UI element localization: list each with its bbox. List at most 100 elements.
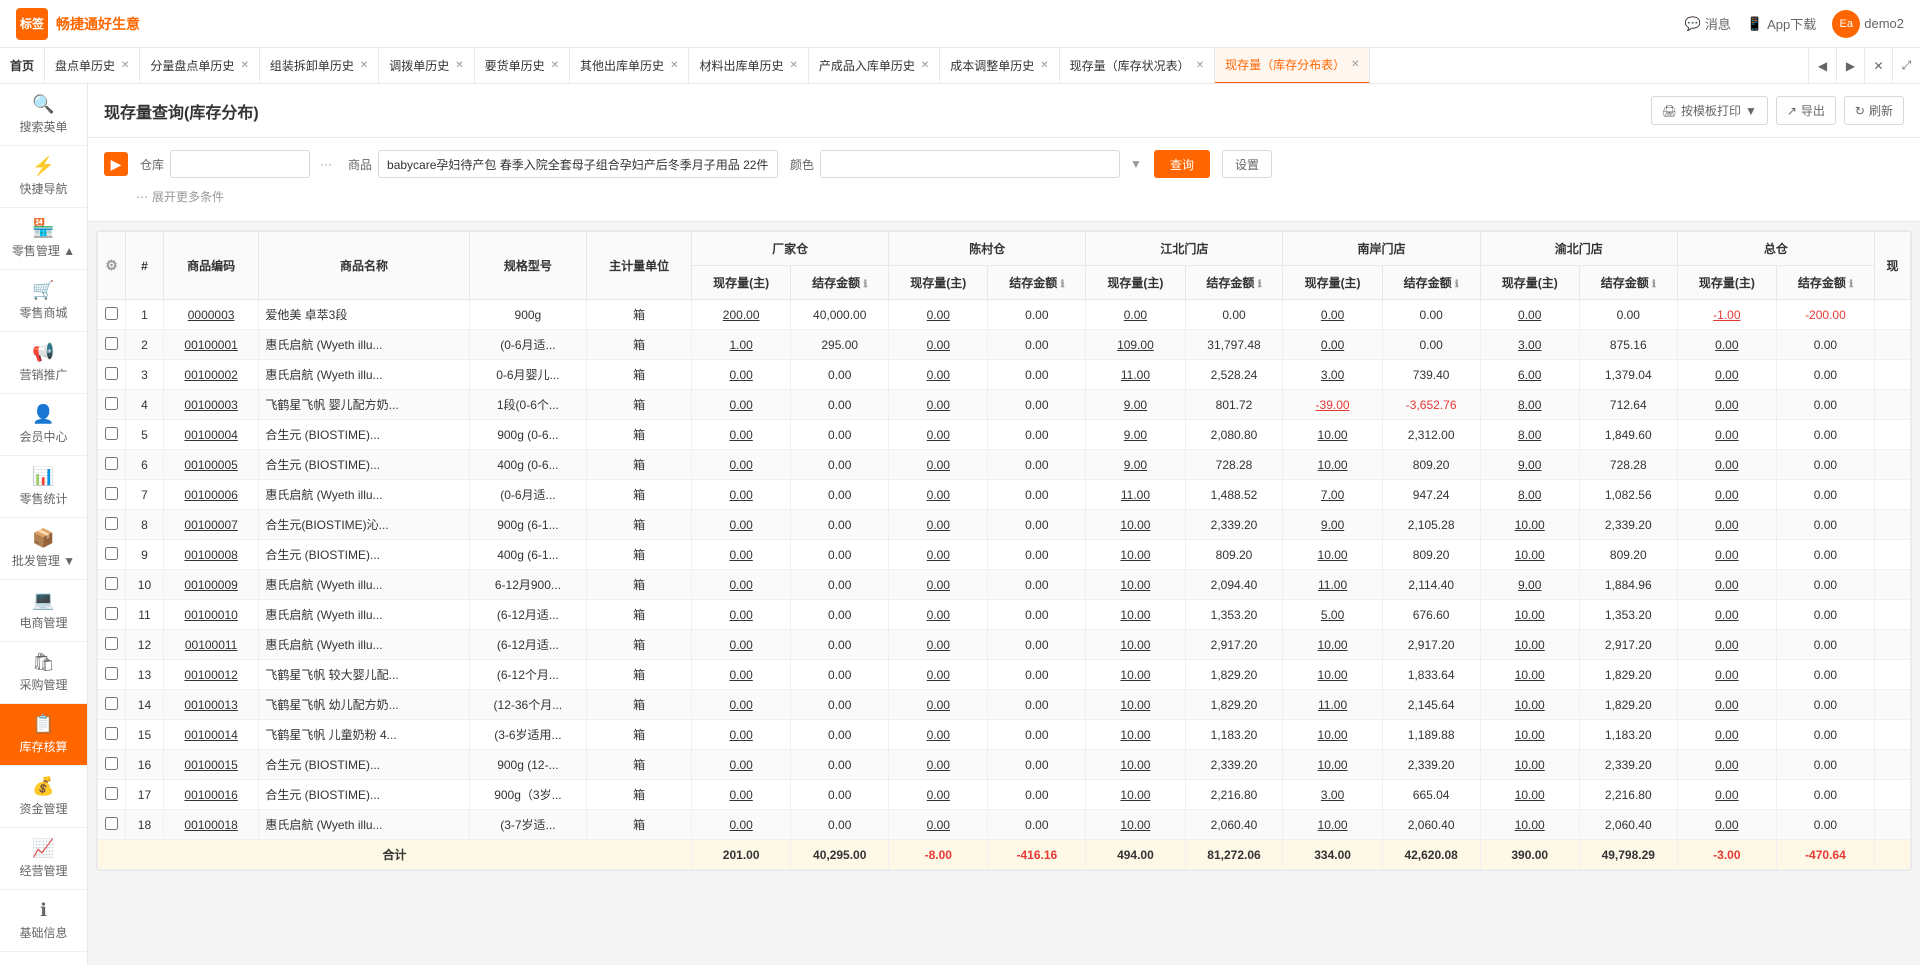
row-yb-stock[interactable]: 10.00	[1480, 750, 1579, 780]
row-yb-stock[interactable]: 10.00	[1480, 630, 1579, 660]
sidebar-item-system[interactable]: ⚙ 系统管理	[0, 952, 87, 965]
sidebar-item-finance[interactable]: 💰 资金管理	[0, 766, 87, 828]
user-area[interactable]: 颜色 Ea demo2	[1832, 10, 1904, 38]
row-tt-stock[interactable]: 0.00	[1677, 510, 1776, 540]
close-tab-cost-adjustment[interactable]: ✕	[1040, 60, 1048, 71]
print-button[interactable]: 🖨 按模板打印 ▼	[1651, 96, 1768, 125]
row-fw-stock[interactable]: 0.00	[692, 690, 791, 720]
sidebar-item-search[interactable]: 🔍 搜索英单	[0, 84, 87, 146]
row-cs-stock[interactable]: 0.00	[889, 630, 988, 660]
row-checkbox[interactable]	[98, 360, 126, 390]
row-code[interactable]: 00100009	[163, 570, 258, 600]
row-checkbox[interactable]	[98, 660, 126, 690]
row-fw-stock[interactable]: 0.00	[692, 810, 791, 840]
row-jb-stock[interactable]: 10.00	[1086, 510, 1185, 540]
row-fw-stock[interactable]: 0.00	[692, 360, 791, 390]
row-tt-stock[interactable]: 0.00	[1677, 780, 1776, 810]
row-cs-stock[interactable]: 0.00	[889, 780, 988, 810]
row-checkbox[interactable]	[98, 510, 126, 540]
nav-expand-btn[interactable]: ⤢	[1892, 48, 1920, 84]
row-cs-stock[interactable]: 0.00	[889, 450, 988, 480]
sidebar-item-purchase[interactable]: 🛍 采购管理	[0, 642, 87, 704]
export-button[interactable]: ↗ 导出	[1776, 96, 1836, 125]
row-fw-stock[interactable]: 0.00	[692, 480, 791, 510]
row-na-stock[interactable]: 0.00	[1283, 300, 1382, 330]
row-jb-stock[interactable]: 10.00	[1086, 810, 1185, 840]
row-tt-stock[interactable]: 0.00	[1677, 630, 1776, 660]
row-yb-stock[interactable]: 10.00	[1480, 660, 1579, 690]
tab-partial-stocktake[interactable]: 分量盘点单历史 ✕	[140, 48, 259, 84]
row-code[interactable]: 00100002	[163, 360, 258, 390]
row-cs-stock[interactable]: 0.00	[889, 660, 988, 690]
row-yb-stock[interactable]: 10.00	[1480, 600, 1579, 630]
row-cs-stock[interactable]: 0.00	[889, 810, 988, 840]
settings-button[interactable]: 设置	[1222, 150, 1272, 178]
row-code[interactable]: 00100007	[163, 510, 258, 540]
row-code[interactable]: 00100011	[163, 630, 258, 660]
row-fw-stock[interactable]: 0.00	[692, 450, 791, 480]
row-cs-stock[interactable]: 0.00	[889, 570, 988, 600]
row-checkbox[interactable]	[98, 480, 126, 510]
sidebar-item-ecommerce[interactable]: 💻 电商管理	[0, 580, 87, 642]
row-jb-stock[interactable]: 10.00	[1086, 630, 1185, 660]
row-jb-stock[interactable]: 10.00	[1086, 690, 1185, 720]
row-code[interactable]: 00100008	[163, 540, 258, 570]
row-code[interactable]: 00100018	[163, 810, 258, 840]
tab-stocktake[interactable]: 盘点单历史 ✕	[45, 48, 140, 84]
row-checkbox[interactable]	[98, 300, 126, 330]
row-checkbox[interactable]	[98, 780, 126, 810]
row-yb-stock[interactable]: 9.00	[1480, 570, 1579, 600]
close-tab-inventory-distribution[interactable]: ✕	[1351, 59, 1359, 70]
row-code[interactable]: 00100016	[163, 780, 258, 810]
tab-home[interactable]: 首页	[0, 48, 45, 84]
row-tt-stock[interactable]: 0.00	[1677, 420, 1776, 450]
sidebar-item-inventory[interactable]: 📋 库存核算	[0, 704, 87, 766]
row-code[interactable]: 00100004	[163, 420, 258, 450]
warehouse-input[interactable]	[170, 150, 310, 178]
row-code[interactable]: 00100003	[163, 390, 258, 420]
row-tt-stock[interactable]: 0.00	[1677, 600, 1776, 630]
row-na-stock[interactable]: 11.00	[1283, 690, 1382, 720]
close-tab-assembly[interactable]: ✕	[360, 60, 368, 71]
collapse-btn[interactable]: ▶	[104, 152, 128, 176]
row-checkbox[interactable]	[98, 720, 126, 750]
row-tt-stock[interactable]: 0.00	[1677, 660, 1776, 690]
tab-requisition[interactable]: 要货单历史 ✕	[475, 48, 570, 84]
row-checkbox[interactable]	[98, 570, 126, 600]
row-na-stock[interactable]: 10.00	[1283, 660, 1382, 690]
row-yb-stock[interactable]: 10.00	[1480, 720, 1579, 750]
row-tt-stock[interactable]: 0.00	[1677, 330, 1776, 360]
row-na-stock[interactable]: 10.00	[1283, 450, 1382, 480]
row-tt-stock[interactable]: 0.00	[1677, 390, 1776, 420]
row-fw-stock[interactable]: 0.00	[692, 390, 791, 420]
expand-more[interactable]: ⋯ 展开更多条件	[136, 184, 1904, 209]
row-fw-stock[interactable]: 200.00	[692, 300, 791, 330]
row-na-stock[interactable]: 3.00	[1283, 360, 1382, 390]
row-jb-stock[interactable]: 10.00	[1086, 600, 1185, 630]
row-yb-stock[interactable]: 10.00	[1480, 510, 1579, 540]
row-na-stock[interactable]: 11.00	[1283, 570, 1382, 600]
sidebar-item-retail-stats[interactable]: 📊 零售统计	[0, 456, 87, 518]
tab-cost-adjustment[interactable]: 成本调整单历史 ✕	[940, 48, 1059, 84]
row-cs-stock[interactable]: 0.00	[889, 690, 988, 720]
close-tab-finished-inbound[interactable]: ✕	[921, 60, 929, 71]
row-yb-stock[interactable]: 8.00	[1480, 420, 1579, 450]
app-download-btn[interactable]: 📱 App下载	[1747, 14, 1816, 33]
row-tt-stock[interactable]: 0.00	[1677, 810, 1776, 840]
sidebar-item-mall[interactable]: 🛒 零售商城	[0, 270, 87, 332]
row-checkbox[interactable]	[98, 390, 126, 420]
row-tt-stock[interactable]: -1.00	[1677, 300, 1776, 330]
tab-other-outbound[interactable]: 其他出库单历史 ✕	[570, 48, 689, 84]
row-checkbox[interactable]	[98, 330, 126, 360]
row-na-stock[interactable]: 10.00	[1283, 420, 1382, 450]
row-tt-stock[interactable]: 0.00	[1677, 750, 1776, 780]
tab-assembly[interactable]: 组装拆卸单历史 ✕	[260, 48, 379, 84]
row-yb-stock[interactable]: 9.00	[1480, 450, 1579, 480]
row-tt-stock[interactable]: 0.00	[1677, 690, 1776, 720]
row-code[interactable]: 00100013	[163, 690, 258, 720]
row-jb-stock[interactable]: 10.00	[1086, 540, 1185, 570]
row-na-stock[interactable]: 5.00	[1283, 600, 1382, 630]
row-na-stock[interactable]: -39.00	[1283, 390, 1382, 420]
row-fw-stock[interactable]: 0.00	[692, 510, 791, 540]
row-cs-stock[interactable]: 0.00	[889, 480, 988, 510]
